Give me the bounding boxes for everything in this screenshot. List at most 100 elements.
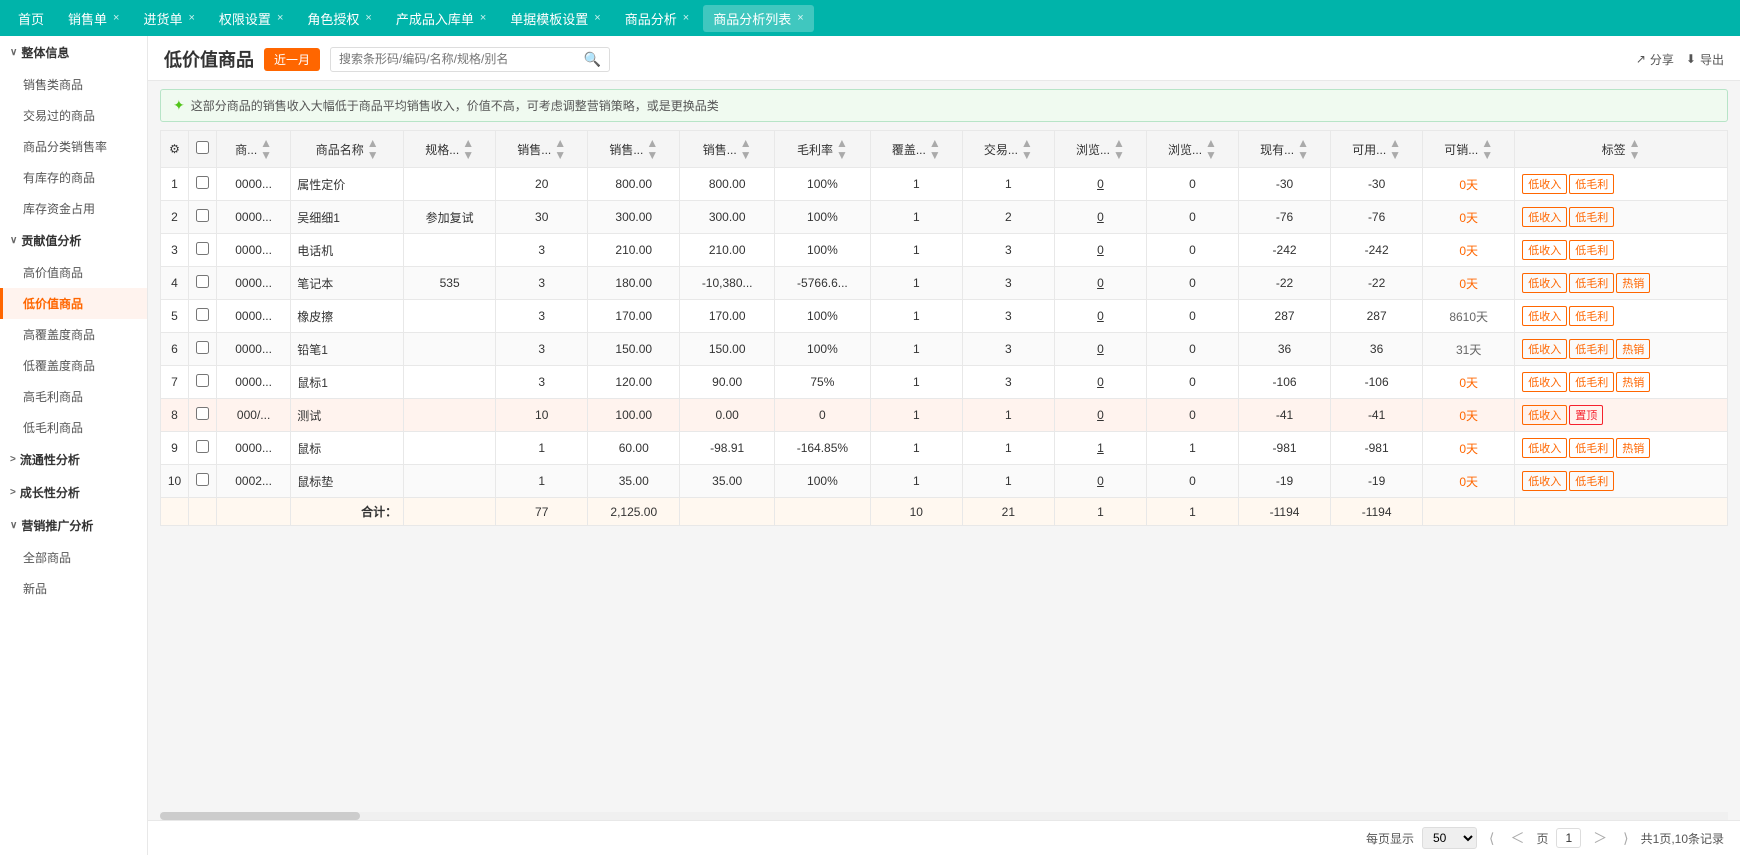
nav-item-首页[interactable]: 首页	[8, 5, 54, 32]
col-header-name[interactable]: 商品名称▲▼	[291, 131, 404, 168]
sort-icon[interactable]: ▲▼	[260, 137, 272, 161]
sort-icon[interactable]: ▲▼	[1113, 137, 1125, 161]
page-prev-btn[interactable]: ＜	[1506, 828, 1528, 848]
row-views1[interactable]: 0	[1054, 300, 1146, 333]
share-btn[interactable]: ↗ 分享	[1636, 51, 1674, 68]
sidebar-group-贡献值分析[interactable]: ∨贡献值分析	[0, 224, 147, 257]
sidebar-group-整体信息[interactable]: ∨整体信息	[0, 36, 147, 69]
sidebar-item-高价值商品[interactable]: 高价值商品	[0, 257, 147, 288]
sidebar-item-新品[interactable]: 新品	[0, 573, 147, 604]
per-page-select[interactable]: 50 100 200	[1422, 827, 1477, 849]
close-tab-icon[interactable]: ×	[113, 12, 119, 24]
sort-icon[interactable]: ▲▼	[367, 137, 379, 161]
row-checkbox[interactable]	[189, 432, 217, 465]
col-header-available[interactable]: 可用...▲▼	[1331, 131, 1423, 168]
row-views1[interactable]: 0	[1054, 168, 1146, 201]
close-tab-icon[interactable]: ×	[797, 12, 803, 24]
sidebar-item-商品分类销售率[interactable]: 商品分类销售率	[0, 131, 147, 162]
sort-icon[interactable]: ▲▼	[554, 137, 566, 161]
data-table-wrapper[interactable]: ⚙商...▲▼商品名称▲▼规格...▲▼销售...▲▼销售...▲▼销售...▲…	[160, 130, 1728, 812]
select-all-checkbox[interactable]	[196, 141, 209, 154]
col-header-views1[interactable]: 浏览...▲▼	[1054, 131, 1146, 168]
nav-item-产成品入库单[interactable]: 产成品入库单×	[386, 5, 496, 32]
sidebar-group-成长性分析[interactable]: >成长性分析	[0, 476, 147, 509]
sidebar-item-有库存的商品[interactable]: 有库存的商品	[0, 162, 147, 193]
row-views1[interactable]: 0	[1054, 366, 1146, 399]
nav-item-单据模板设置[interactable]: 单据模板设置×	[500, 5, 610, 32]
settings-icon[interactable]: ⚙	[169, 142, 180, 156]
page-first-btn[interactable]: ⟨	[1485, 830, 1498, 847]
sort-icon[interactable]: ▲▼	[1021, 137, 1033, 161]
sidebar-item-低价值商品[interactable]: 低价值商品	[0, 288, 147, 319]
col-header-code[interactable]: 商...▲▼	[217, 131, 291, 168]
row-views1[interactable]: 0	[1054, 201, 1146, 234]
sort-icon[interactable]: ▲▼	[1297, 137, 1309, 161]
col-header-checkbox[interactable]	[189, 131, 217, 168]
row-checkbox[interactable]	[189, 333, 217, 366]
col-header-saleable[interactable]: 可销...▲▼	[1423, 131, 1515, 168]
nav-item-商品分析列表[interactable]: 商品分析列表×	[703, 5, 813, 32]
sidebar-item-高覆盖度商品[interactable]: 高覆盖度商品	[0, 319, 147, 350]
scrollbar-thumb[interactable]	[160, 812, 360, 820]
col-header-views2[interactable]: 浏览...▲▼	[1146, 131, 1238, 168]
row-views1[interactable]: 0	[1054, 465, 1146, 498]
sort-icon[interactable]: ▲▼	[1481, 137, 1493, 161]
sidebar-item-交易过的商品[interactable]: 交易过的商品	[0, 100, 147, 131]
col-header-coverage[interactable]: 覆盖...▲▼	[870, 131, 962, 168]
nav-item-权限设置[interactable]: 权限设置×	[209, 5, 293, 32]
col-header-sales_val[interactable]: 销售...▲▼	[680, 131, 775, 168]
sidebar-item-低覆盖度商品[interactable]: 低覆盖度商品	[0, 350, 147, 381]
sort-icon[interactable]: ▲▼	[462, 137, 474, 161]
nav-item-商品分析[interactable]: 商品分析×	[615, 5, 699, 32]
close-tab-icon[interactable]: ×	[365, 12, 371, 24]
row-checkbox[interactable]	[189, 234, 217, 267]
sidebar-item-低毛利商品[interactable]: 低毛利商品	[0, 412, 147, 443]
sort-icon[interactable]: ▲▼	[836, 137, 848, 161]
row-checkbox[interactable]	[189, 465, 217, 498]
sidebar-item-高毛利商品[interactable]: 高毛利商品	[0, 381, 147, 412]
sort-icon[interactable]: ▲▼	[929, 137, 941, 161]
sidebar-item-销售类商品[interactable]: 销售类商品	[0, 69, 147, 100]
close-tab-icon[interactable]: ×	[683, 12, 689, 24]
col-header-sales_qty[interactable]: 销售...▲▼	[496, 131, 588, 168]
row-views1[interactable]: 0	[1054, 267, 1146, 300]
col-header-transactions[interactable]: 交易...▲▼	[962, 131, 1054, 168]
filter-recent-month-btn[interactable]: 近一月	[264, 48, 320, 71]
close-tab-icon[interactable]: ×	[277, 12, 283, 24]
close-tab-icon[interactable]: ×	[594, 12, 600, 24]
row-checkbox[interactable]	[189, 366, 217, 399]
col-header-spec[interactable]: 规格...▲▼	[404, 131, 496, 168]
sort-icon[interactable]: ▲▼	[740, 137, 752, 161]
sort-icon[interactable]: ▲▼	[1205, 137, 1217, 161]
page-last-btn[interactable]: ⟩	[1619, 830, 1632, 847]
row-views1[interactable]: 1	[1054, 432, 1146, 465]
sidebar-group-流通性分析[interactable]: >流通性分析	[0, 443, 147, 476]
row-checkbox[interactable]	[189, 168, 217, 201]
nav-item-销售单[interactable]: 销售单×	[58, 5, 129, 32]
row-checkbox[interactable]	[189, 267, 217, 300]
col-header-current[interactable]: 现有...▲▼	[1239, 131, 1331, 168]
search-input[interactable]	[339, 52, 578, 66]
sort-icon[interactable]: ▲▼	[1389, 137, 1401, 161]
row-checkbox[interactable]	[189, 201, 217, 234]
sidebar-item-全部商品[interactable]: 全部商品	[0, 542, 147, 573]
page-next-btn[interactable]: ＞	[1589, 828, 1611, 848]
col-header-sales_amt[interactable]: 销售...▲▼	[588, 131, 680, 168]
col-header-gross_rate[interactable]: 毛利率▲▼	[775, 131, 871, 168]
horizontal-scrollbar[interactable]	[160, 812, 1728, 820]
close-tab-icon[interactable]: ×	[188, 12, 194, 24]
close-tab-icon[interactable]: ×	[480, 12, 486, 24]
sort-icon[interactable]: ▲▼	[1629, 137, 1641, 161]
col-header-gear[interactable]: ⚙	[161, 131, 189, 168]
row-views1[interactable]: 0	[1054, 234, 1146, 267]
nav-item-角色授权[interactable]: 角色授权×	[297, 5, 381, 32]
row-checkbox[interactable]	[189, 399, 217, 432]
sidebar-group-营销推广分析[interactable]: ∨营销推广分析	[0, 509, 147, 542]
export-btn[interactable]: ⬇ 导出	[1686, 51, 1724, 68]
nav-item-进货单[interactable]: 进货单×	[133, 5, 204, 32]
sidebar-item-库存资金占用[interactable]: 库存资金占用	[0, 193, 147, 224]
sort-icon[interactable]: ▲▼	[646, 137, 658, 161]
col-header-tags[interactable]: 标签▲▼	[1515, 131, 1728, 168]
row-views1[interactable]: 0	[1054, 333, 1146, 366]
row-checkbox[interactable]	[189, 300, 217, 333]
